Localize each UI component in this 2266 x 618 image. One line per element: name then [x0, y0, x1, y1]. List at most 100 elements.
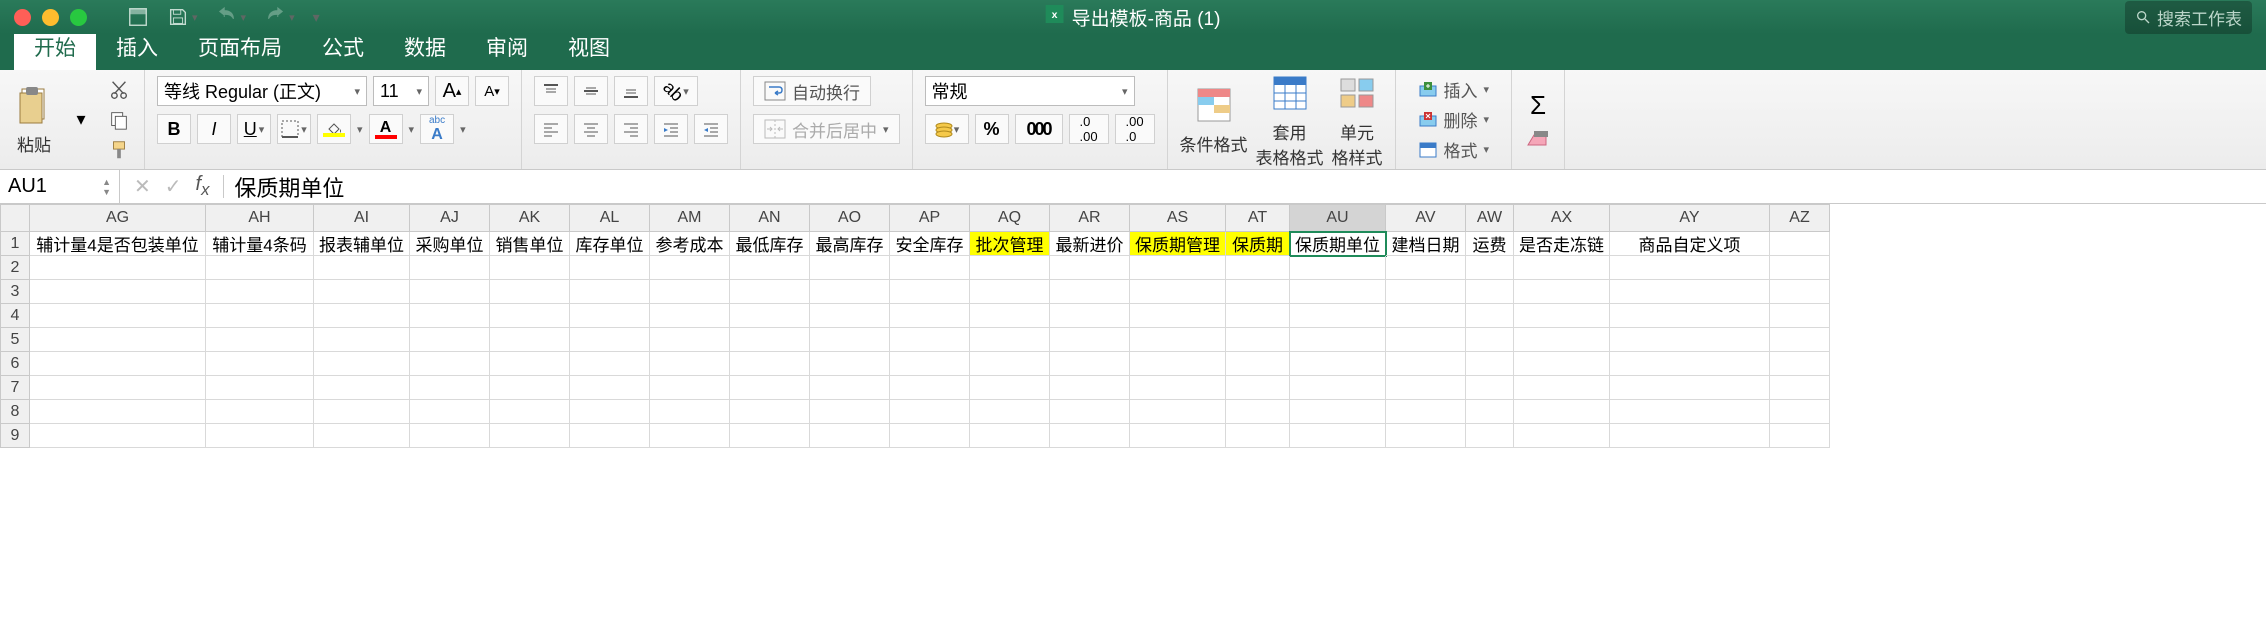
cell-AH1[interactable]: 辅计量4条码 — [206, 232, 314, 256]
cell-AY5[interactable] — [1610, 328, 1770, 352]
row-header-4[interactable]: 4 — [0, 304, 30, 328]
font-name-select[interactable]: 等线 Regular (正文)▾ — [157, 76, 367, 106]
cell-AG8[interactable] — [30, 400, 206, 424]
column-header-AN[interactable]: AN — [730, 204, 810, 232]
cell-AG6[interactable] — [30, 352, 206, 376]
cell-AW3[interactable] — [1466, 280, 1514, 304]
conditional-format-button[interactable]: 条件格式 — [1180, 83, 1248, 156]
cell-AQ8[interactable] — [970, 400, 1050, 424]
cell-AX6[interactable] — [1514, 352, 1610, 376]
home-icon[interactable] — [127, 6, 149, 28]
fill-color-button[interactable] — [317, 114, 351, 144]
cell-AX3[interactable] — [1514, 280, 1610, 304]
cell-AX1[interactable]: 是否走冻链 — [1514, 232, 1610, 256]
cell-AH3[interactable] — [206, 280, 314, 304]
cell-AJ6[interactable] — [410, 352, 490, 376]
cell-AW4[interactable] — [1466, 304, 1514, 328]
column-header-AJ[interactable]: AJ — [410, 204, 490, 232]
align-middle-icon[interactable] — [574, 76, 608, 106]
cell-AH4[interactable] — [206, 304, 314, 328]
row-header-6[interactable]: 6 — [0, 352, 30, 376]
cell-AM8[interactable] — [650, 400, 730, 424]
cell-AQ2[interactable] — [970, 256, 1050, 280]
row-header-2[interactable]: 2 — [0, 256, 30, 280]
font-color-dropdown[interactable]: ▾ — [409, 123, 415, 136]
cell-AQ6[interactable] — [970, 352, 1050, 376]
cell-AG9[interactable] — [30, 424, 206, 448]
currency-icon[interactable]: ▾ — [925, 114, 969, 144]
italic-button[interactable]: I — [197, 114, 231, 144]
cell-AM5[interactable] — [650, 328, 730, 352]
row-header-9[interactable]: 9 — [0, 424, 30, 448]
cell-AZ5[interactable] — [1770, 328, 1830, 352]
cell-AP3[interactable] — [890, 280, 970, 304]
column-header-AR[interactable]: AR — [1050, 204, 1130, 232]
cell-AI7[interactable] — [314, 376, 410, 400]
cell-AP9[interactable] — [890, 424, 970, 448]
confirm-formula-icon[interactable]: ✓ — [165, 174, 182, 199]
spreadsheet-grid[interactable]: AGAHAIAJAKALAMANAOAPAQARASATAUAVAWAXAYAZ… — [0, 204, 2266, 448]
increase-font-icon[interactable]: A▴ — [435, 76, 469, 106]
column-header-AY[interactable]: AY — [1610, 204, 1770, 232]
cell-AO2[interactable] — [810, 256, 890, 280]
cell-AX8[interactable] — [1514, 400, 1610, 424]
paste-dropdown-icon[interactable]: ▾ — [64, 105, 98, 135]
cell-AU6[interactable] — [1290, 352, 1386, 376]
format-as-table-button[interactable]: 套用 表格格式 — [1256, 71, 1324, 169]
column-header-AP[interactable]: AP — [890, 204, 970, 232]
align-center-icon[interactable] — [574, 114, 608, 144]
cell-AQ3[interactable] — [970, 280, 1050, 304]
cell-AM1[interactable]: 参考成本 — [650, 232, 730, 256]
merge-center-button[interactable]: 合并后居中▾ — [753, 114, 900, 144]
cell-AT8[interactable] — [1226, 400, 1290, 424]
column-header-AM[interactable]: AM — [650, 204, 730, 232]
column-header-AT[interactable]: AT — [1226, 204, 1290, 232]
cell-AP6[interactable] — [890, 352, 970, 376]
formula-input[interactable]: 保质期单位 — [224, 171, 2266, 203]
cell-AO4[interactable] — [810, 304, 890, 328]
cell-AW6[interactable] — [1466, 352, 1514, 376]
cell-AS2[interactable] — [1130, 256, 1226, 280]
undo-icon[interactable]: ▾ — [216, 6, 247, 28]
cell-AU4[interactable] — [1290, 304, 1386, 328]
column-header-AV[interactable]: AV — [1386, 204, 1466, 232]
cell-AS7[interactable] — [1130, 376, 1226, 400]
cell-AI1[interactable]: 报表辅单位 — [314, 232, 410, 256]
cell-AL3[interactable] — [570, 280, 650, 304]
cell-AV6[interactable] — [1386, 352, 1466, 376]
cell-AN5[interactable] — [730, 328, 810, 352]
cell-AP8[interactable] — [890, 400, 970, 424]
cell-AW9[interactable] — [1466, 424, 1514, 448]
cell-AT9[interactable] — [1226, 424, 1290, 448]
cell-AM4[interactable] — [650, 304, 730, 328]
cell-AR7[interactable] — [1050, 376, 1130, 400]
cell-AK6[interactable] — [490, 352, 570, 376]
cell-AJ8[interactable] — [410, 400, 490, 424]
font-color-button[interactable]: A — [369, 114, 403, 144]
cell-AS1[interactable]: 保质期管理 — [1130, 232, 1226, 256]
cell-AM3[interactable] — [650, 280, 730, 304]
number-format-select[interactable]: 常规▾ — [925, 76, 1135, 106]
cell-AZ2[interactable] — [1770, 256, 1830, 280]
percent-icon[interactable]: % — [975, 114, 1009, 144]
cell-AJ9[interactable] — [410, 424, 490, 448]
cell-AO8[interactable] — [810, 400, 890, 424]
cell-AZ3[interactable] — [1770, 280, 1830, 304]
cell-AH9[interactable] — [206, 424, 314, 448]
border-button[interactable]: ▾ — [277, 114, 311, 144]
cell-AN6[interactable] — [730, 352, 810, 376]
cell-AZ7[interactable] — [1770, 376, 1830, 400]
cell-AJ5[interactable] — [410, 328, 490, 352]
cell-AI9[interactable] — [314, 424, 410, 448]
cell-styles-button[interactable]: 单元 格样式 — [1332, 71, 1383, 169]
cell-AQ4[interactable] — [970, 304, 1050, 328]
align-bottom-icon[interactable] — [614, 76, 648, 106]
cell-AO3[interactable] — [810, 280, 890, 304]
cell-AR3[interactable] — [1050, 280, 1130, 304]
cell-AY9[interactable] — [1610, 424, 1770, 448]
cell-AT3[interactable] — [1226, 280, 1290, 304]
cell-AK1[interactable]: 销售单位 — [490, 232, 570, 256]
select-all-corner[interactable] — [0, 204, 30, 232]
cell-AG2[interactable] — [30, 256, 206, 280]
cell-AQ5[interactable] — [970, 328, 1050, 352]
